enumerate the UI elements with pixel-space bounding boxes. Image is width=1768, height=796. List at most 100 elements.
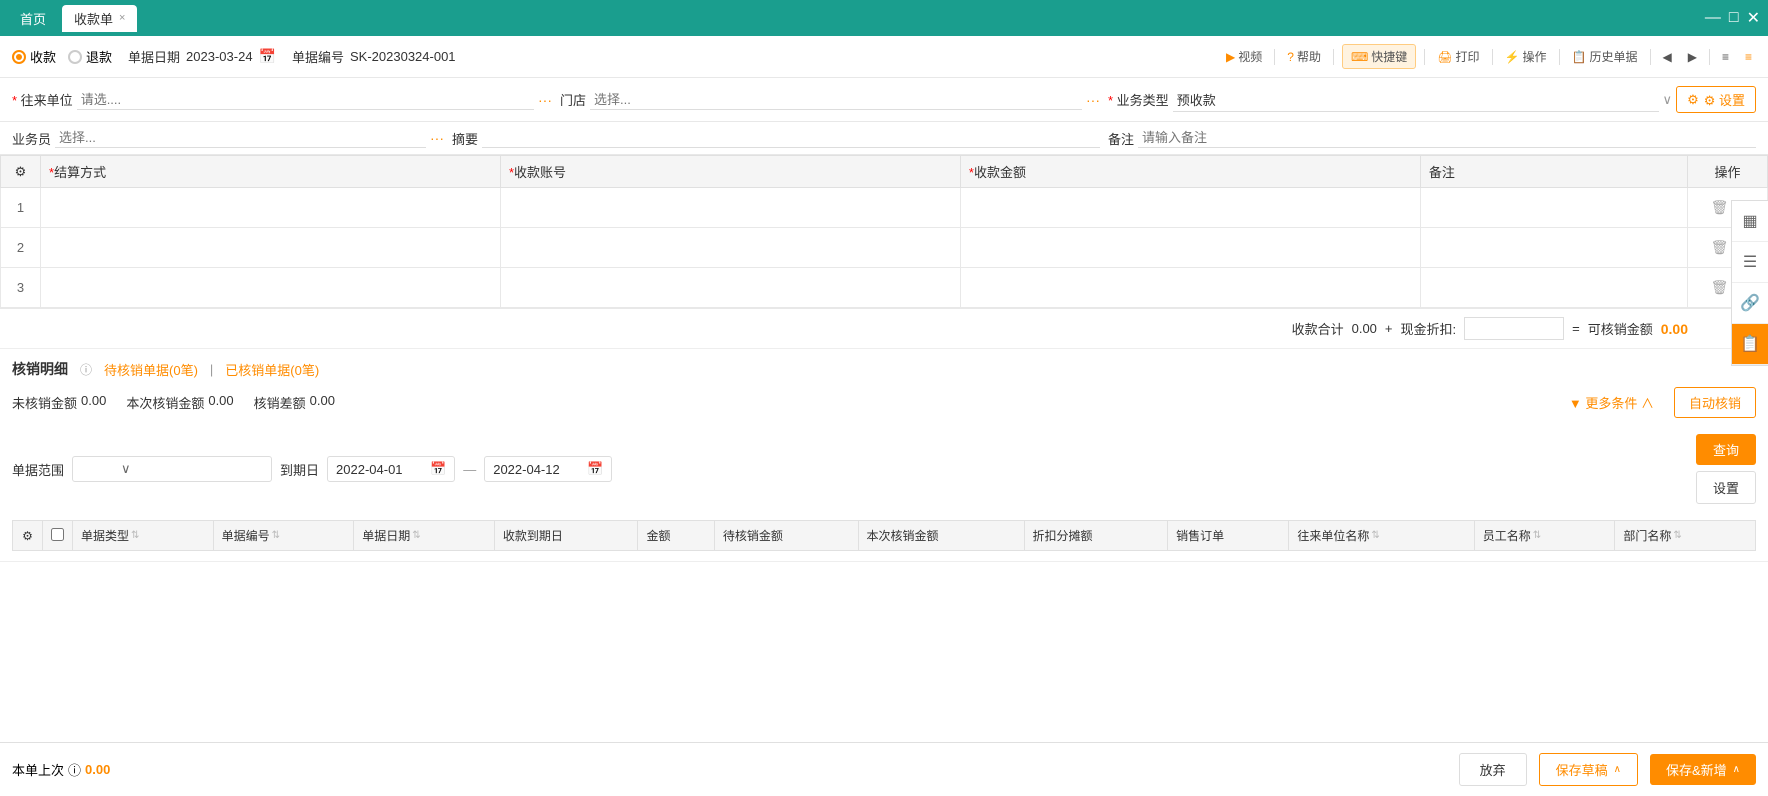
window-close-button[interactable]: ✕	[1747, 8, 1760, 28]
toolbar-right-buttons: ▶ 视频 ? 帮助 ⌨ 快捷键 🖨 打印 ⚡ 操作	[1222, 44, 1756, 69]
pending-hexiao-tab[interactable]: 待核销单据(0笔)	[104, 360, 198, 379]
receipt-radio[interactable]: 收款	[12, 47, 56, 66]
query-button[interactable]: 查询	[1696, 434, 1756, 465]
filter-query-row: 单据范围 ∨ 到期日 📅 — 📅 查询 设置	[12, 426, 1756, 512]
receipt-radio-dot	[12, 50, 26, 64]
window-min-button[interactable]: —	[1705, 9, 1721, 27]
receipts-table: ⚙ *结算方式 *收款账号 *收款金额 备注 操作	[0, 155, 1768, 308]
hexiao-section: 核销明细 ⓘ 待核销单据(0笔) | 已核销单据(0笔) 未核销金额 0.00 …	[0, 349, 1768, 562]
done-hexiao-tab[interactable]: 已核销单据(0笔)	[225, 360, 319, 379]
start-date-field: 📅	[327, 456, 455, 482]
secondary-table-settings-icon[interactable]: ⚙	[22, 529, 33, 543]
hexiao-detail-table: ⚙ 单据类型⇅ 单据编号⇅ 单据日期⇅	[12, 520, 1756, 551]
staff-input[interactable]	[55, 128, 426, 148]
store-input[interactable]	[590, 90, 1082, 110]
col-bill-date-header: 单据日期⇅	[354, 521, 495, 551]
more-layout-button[interactable]: ≡	[1741, 48, 1756, 66]
receipts-table-wrapper: ⚙ *结算方式 *收款账号 *收款金额 备注 操作	[0, 155, 1768, 308]
next-nav-button[interactable]: ▶	[1684, 48, 1701, 66]
right-panel-icon-3[interactable]: 🔗	[1732, 283, 1768, 324]
close-tab-icon[interactable]: ×	[119, 12, 125, 24]
remark-cell-3[interactable]	[1420, 268, 1687, 308]
table-row: 1 🗑 ⧉	[1, 188, 1768, 228]
amount-cell-2[interactable]	[960, 228, 1420, 268]
right-panel-icon-4[interactable]: 📋	[1732, 324, 1768, 365]
toolbar-row: 收款 退款 单据日期 2023-03-24 📅 单据编号 SK-20230324…	[0, 36, 1768, 78]
end-date-calendar-icon[interactable]: 📅	[587, 461, 603, 477]
select-all-header	[43, 521, 73, 551]
settlement-cell-1[interactable]	[41, 188, 501, 228]
summary-input[interactable]	[482, 128, 1100, 148]
setup-button[interactable]: ⚙ ⚙ 设置	[1676, 86, 1756, 113]
account-cell-2[interactable]	[500, 228, 960, 268]
start-date-input[interactable]	[336, 462, 426, 477]
secondary-settings-button[interactable]: 设置	[1696, 471, 1756, 504]
company-more-icon[interactable]: ···	[538, 92, 552, 108]
active-tab[interactable]: 收款单 ×	[62, 5, 137, 32]
delete-row-3-icon[interactable]: 🗑	[1711, 279, 1729, 296]
company-input[interactable]	[77, 90, 534, 110]
settlement-cell-3[interactable]	[41, 268, 501, 308]
save-new-button[interactable]: 保存&新增 ∧	[1650, 754, 1756, 785]
print-button[interactable]: 🖨 打印	[1433, 46, 1483, 67]
footer-info-icon[interactable]: ⓘ	[68, 760, 81, 779]
home-tab[interactable]: 首页	[8, 5, 58, 32]
store-more-icon[interactable]: ···	[1086, 92, 1100, 108]
top-navigation: 首页 收款单 × — □ ✕	[0, 0, 1768, 36]
more-conditions-icon[interactable]: ▼ 更多条件 ∧	[1569, 393, 1654, 412]
form-row-2: 业务员 ··· 摘要 备注	[0, 122, 1768, 155]
refund-radio[interactable]: 退款	[68, 47, 112, 66]
hexiao-info-icon[interactable]: ⓘ	[80, 361, 92, 378]
staff-more-icon[interactable]: ···	[430, 130, 444, 146]
history-button[interactable]: 📋 历史单据	[1568, 46, 1642, 67]
delete-row-2-icon[interactable]: 🗑	[1711, 239, 1729, 256]
biz-type-arrow-icon[interactable]: ∨	[1663, 92, 1673, 108]
main-content: 收款 退款 单据日期 2023-03-24 📅 单据编号 SK-20230324…	[0, 36, 1768, 796]
amount-cell-1[interactable]	[960, 188, 1420, 228]
query-settings-buttons: 查询 设置	[1696, 426, 1756, 512]
account-cell-3[interactable]	[500, 268, 960, 308]
account-cell-1[interactable]	[500, 188, 960, 228]
help-button[interactable]: ? 帮助	[1283, 46, 1325, 67]
company-field: 往来单位 ···	[12, 90, 552, 110]
range-select-dropdown[interactable]: ∨	[72, 456, 272, 482]
amount-cell-3[interactable]	[960, 268, 1420, 308]
footer-info: 本单上次 ⓘ 0.00	[12, 760, 110, 779]
remark-cell-1[interactable]	[1420, 188, 1687, 228]
right-panel-icon-1[interactable]: ▦	[1732, 201, 1768, 242]
start-date-calendar-icon[interactable]: 📅	[430, 461, 446, 477]
table-row: 2 🗑 ⧉	[1, 228, 1768, 268]
col-current-hexiao-header: 本次核销金额	[858, 521, 1024, 551]
table-settings-icon[interactable]: ⚙	[15, 164, 27, 179]
settlement-cell-2[interactable]	[41, 228, 501, 268]
col-staff-name-header: 员工名称⇅	[1474, 521, 1615, 551]
abandon-button[interactable]: 放弃	[1459, 753, 1527, 786]
bottom-footer: 本单上次 ⓘ 0.00 放弃 保存草稿 ∧ 保存&新增 ∧	[0, 742, 1768, 796]
prev-nav-button[interactable]: ◀	[1659, 48, 1676, 66]
staff-field: 业务员 ···	[12, 128, 444, 148]
col-operation-header: 操作	[1688, 156, 1768, 188]
save-draft-button[interactable]: 保存草稿 ∧	[1539, 753, 1638, 786]
row-num-3: 3	[1, 268, 41, 308]
remark-cell-2[interactable]	[1420, 228, 1687, 268]
store-field: 门店 ···	[560, 90, 1100, 110]
col-bill-type-header: 单据类型⇅	[73, 521, 214, 551]
operation-button[interactable]: ⚡ 操作	[1501, 46, 1551, 67]
right-panel: ▦ ☰ 🔗 📋	[1731, 200, 1768, 366]
shortcut-button[interactable]: ⌨ 快捷键	[1342, 44, 1416, 69]
remark-input[interactable]	[1138, 128, 1756, 148]
auto-hexiao-button[interactable]: 自动核销	[1674, 387, 1756, 418]
total-row: 收款合计 0.00 + 现金折扣: = 可核销金额 0.00	[0, 308, 1768, 349]
delete-row-1-icon[interactable]: 🗑	[1711, 199, 1729, 216]
layout-button[interactable]: ≡	[1718, 48, 1733, 66]
remark-field: 备注	[1108, 128, 1756, 148]
select-all-checkbox[interactable]	[51, 528, 64, 541]
end-date-input[interactable]	[493, 462, 583, 477]
col-dept-name-header: 部门名称⇅	[1615, 521, 1756, 551]
date-calendar-icon[interactable]: 📅	[259, 48, 276, 65]
video-button[interactable]: ▶ 视频	[1222, 46, 1266, 67]
receipts-table-section: ⚙ *结算方式 *收款账号 *收款金额 备注 操作	[0, 155, 1768, 349]
discount-input[interactable]	[1464, 317, 1564, 340]
window-max-button[interactable]: □	[1729, 9, 1739, 27]
right-panel-icon-2[interactable]: ☰	[1732, 242, 1768, 283]
